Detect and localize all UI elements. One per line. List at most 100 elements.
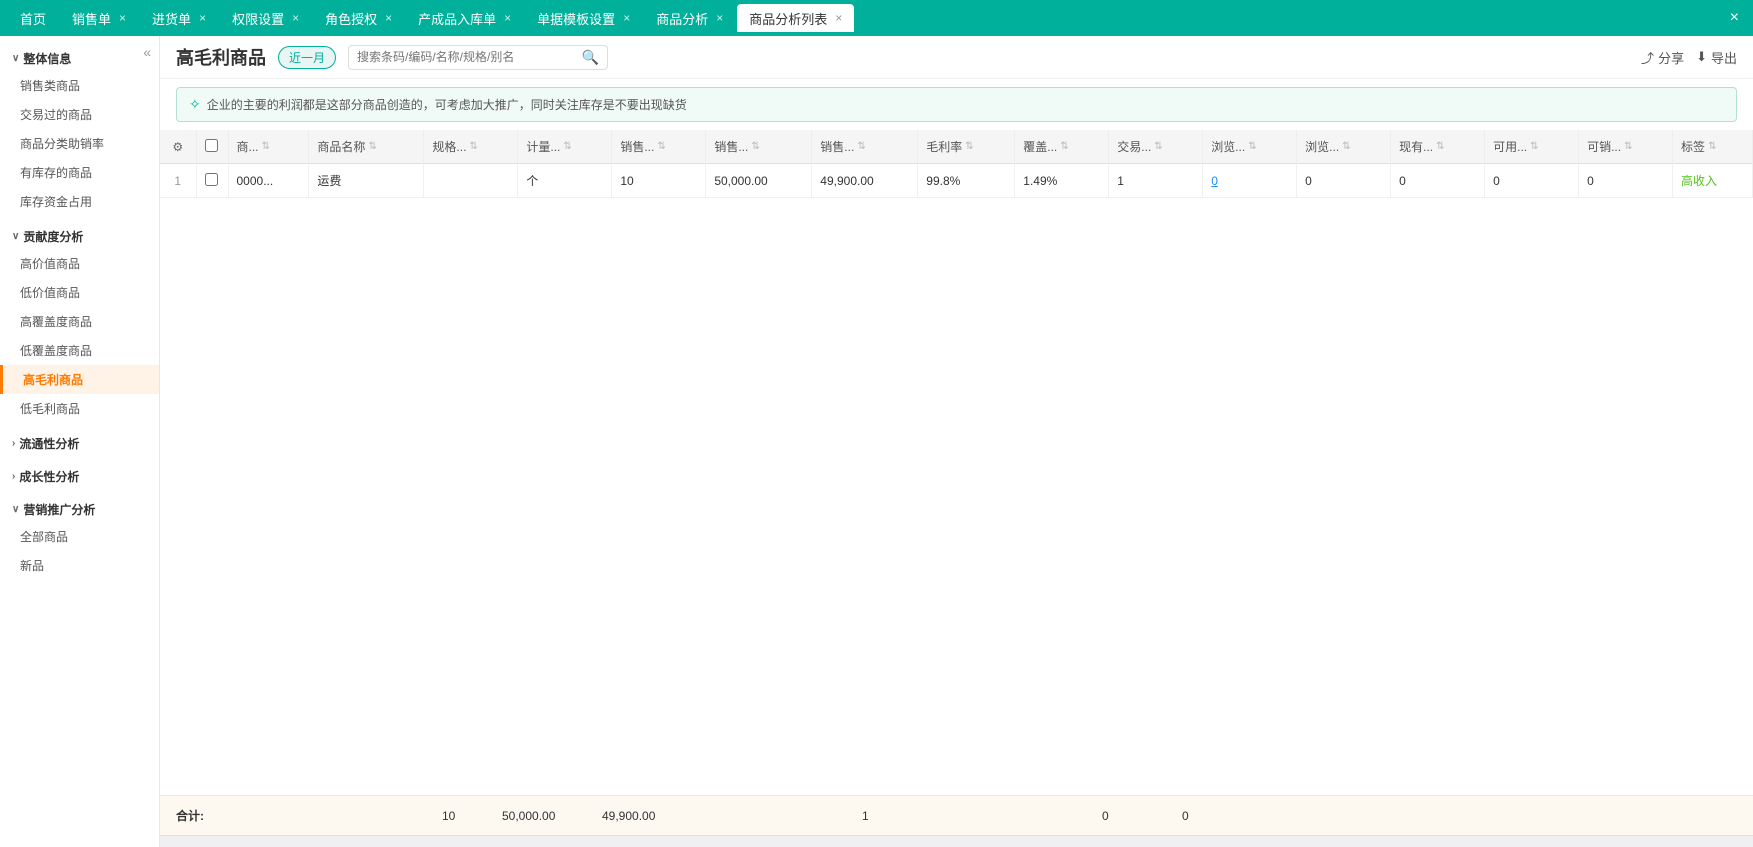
group-title-label: 贡献度分析 bbox=[23, 228, 83, 245]
sidebar-item[interactable]: 新品 bbox=[0, 551, 159, 580]
share-label: 分享 bbox=[1658, 48, 1684, 67]
sidebar-group-title[interactable]: ∨营销推广分析 bbox=[0, 493, 159, 522]
group-title-label: 成长性分析 bbox=[19, 468, 79, 485]
col-header-tag[interactable]: 标签⇅ bbox=[1673, 130, 1753, 164]
row-name: 运费 bbox=[309, 164, 424, 198]
col-label: 浏览... bbox=[1305, 138, 1339, 155]
sidebar-item[interactable]: 低毛利商品 bbox=[0, 394, 159, 423]
row-coverage: 1.49% bbox=[1015, 164, 1109, 198]
info-icon: ✧ bbox=[189, 96, 201, 113]
col-label: 计量... bbox=[526, 138, 560, 155]
col-label: 可用... bbox=[1493, 138, 1527, 155]
nav-tab-close-icon[interactable]: × bbox=[385, 12, 392, 24]
col-header-currentStock[interactable]: 现有...⇅ bbox=[1391, 130, 1485, 164]
period-button[interactable]: 近一月 bbox=[278, 46, 336, 69]
main-layout: « ∨ 整体信息销售类商品交易过的商品商品分类助销率有库存的商品库存资金占用 ∨ 贡献… bbox=[0, 36, 1753, 847]
export-button[interactable]: ⬇ 导出 bbox=[1696, 48, 1737, 67]
sidebar-collapse-button[interactable]: « bbox=[143, 44, 151, 60]
col-header-viewCount2[interactable]: 浏览...⇅ bbox=[1297, 130, 1391, 164]
col-header-unit[interactable]: 计量...⇅ bbox=[518, 130, 612, 164]
nav-tab-close-icon[interactable]: × bbox=[119, 12, 126, 24]
col-label: 商... bbox=[237, 138, 259, 155]
col-header-name[interactable]: 商品名称⇅ bbox=[309, 130, 424, 164]
sidebar-item[interactable]: 高覆盖度商品 bbox=[0, 307, 159, 336]
col-header-spec[interactable]: 规格...⇅ bbox=[424, 130, 518, 164]
col-header-grossRate[interactable]: 毛利率⇅ bbox=[918, 130, 1015, 164]
nav-tab-销售单[interactable]: 销售单× bbox=[60, 4, 138, 32]
nav-tab-close-icon[interactable]: × bbox=[835, 12, 842, 24]
row-index: 1 bbox=[160, 164, 196, 198]
search-icon[interactable]: 🔍 bbox=[582, 49, 599, 66]
row-sale-qty: 10 bbox=[612, 164, 706, 198]
col-label: 现有... bbox=[1399, 138, 1433, 155]
sidebar-group-title[interactable]: ∨ 整体信息 bbox=[0, 42, 159, 71]
nav-tab-close-icon[interactable]: × bbox=[504, 12, 511, 24]
nav-tab-单据模板设置[interactable]: 单据模板设置× bbox=[525, 4, 642, 32]
sidebar-item[interactable]: 高价值商品 bbox=[0, 249, 159, 278]
col-header-saleableStock[interactable]: 可销...⇅ bbox=[1579, 130, 1673, 164]
col-header-tradeCount[interactable]: 交易...⇅ bbox=[1109, 130, 1203, 164]
sidebar-item[interactable]: 全部商品 bbox=[0, 522, 159, 551]
sidebar-group: ›流通性分析 bbox=[0, 427, 159, 456]
sidebar-item[interactable]: 商品分类助销率 bbox=[0, 129, 159, 158]
sidebar-item[interactable]: 有库存的商品 bbox=[0, 158, 159, 187]
page-title: 高毛利商品 bbox=[176, 44, 266, 70]
nav-tab-首页[interactable]: 首页 bbox=[8, 4, 58, 32]
search-input[interactable] bbox=[357, 50, 578, 64]
view-count-link[interactable]: 0 bbox=[1211, 174, 1218, 188]
sidebar-item[interactable]: 低覆盖度商品 bbox=[0, 336, 159, 365]
footer-sale-profit: 49,900.00 bbox=[602, 809, 702, 823]
sidebar-item[interactable]: 低价值商品 bbox=[0, 278, 159, 307]
footer-sale-amt: 50,000.00 bbox=[502, 809, 602, 823]
col-header-saleAmt[interactable]: 销售...⇅ bbox=[706, 130, 812, 164]
col-header-saleQty[interactable]: 销售...⇅ bbox=[612, 130, 706, 164]
footer-available-stock: 0 bbox=[1182, 809, 1262, 823]
footer-summary: 合计: 10 50,000.00 49,900.00 1 0 0 bbox=[160, 795, 1753, 835]
settings-icon[interactable]: ⚙ bbox=[172, 140, 183, 154]
bottom-scrollbar[interactable] bbox=[160, 835, 1753, 847]
sidebar-item[interactable]: 高毛利商品 bbox=[0, 365, 159, 394]
arrow-icon: › bbox=[12, 438, 15, 449]
sidebar-item[interactable]: 库存资金占用 bbox=[0, 187, 159, 216]
row-unit: 个 bbox=[518, 164, 612, 198]
row-saleable-stock: 0 bbox=[1579, 164, 1673, 198]
footer-trade-count: 1 bbox=[862, 809, 942, 823]
arrow-icon: ∨ bbox=[12, 231, 19, 242]
sidebar-group-title[interactable]: ›流通性分析 bbox=[0, 427, 159, 456]
nav-tab-close-icon[interactable]: × bbox=[623, 12, 630, 24]
sidebar-group-title[interactable]: ›成长性分析 bbox=[0, 460, 159, 489]
nav-tab-close-icon[interactable]: × bbox=[199, 12, 206, 24]
footer-label: 合计: bbox=[176, 807, 204, 824]
arrow-icon: ∨ bbox=[12, 53, 19, 64]
col-header-availableStock[interactable]: 可用...⇅ bbox=[1485, 130, 1579, 164]
select-all-checkbox[interactable] bbox=[205, 139, 218, 152]
share-button[interactable]: ⤴ 分享 bbox=[1641, 48, 1684, 67]
nav-tab-权限设置[interactable]: 权限设置× bbox=[220, 4, 311, 32]
col-header-coverage[interactable]: 覆盖...⇅ bbox=[1015, 130, 1109, 164]
group-title-label: 整体信息 bbox=[23, 50, 71, 67]
sort-icon: ⇅ bbox=[1154, 141, 1162, 152]
col-header-saleProfit[interactable]: 销售...⇅ bbox=[812, 130, 918, 164]
col-label: 销售... bbox=[620, 138, 654, 155]
nav-tab-close-icon[interactable]: × bbox=[716, 12, 723, 24]
nav-tab-商品分析[interactable]: 商品分析× bbox=[644, 4, 735, 32]
sort-icon: ⇅ bbox=[262, 141, 270, 152]
nav-tab-角色授权[interactable]: 角色授权× bbox=[313, 4, 404, 32]
row-gross-rate: 99.8% bbox=[918, 164, 1015, 198]
col-label: 毛利率 bbox=[926, 138, 962, 155]
nav-tab-进货单[interactable]: 进货单× bbox=[140, 4, 218, 32]
col-header-viewCount1[interactable]: 浏览...⇅ bbox=[1203, 130, 1297, 164]
row-select-checkbox[interactable] bbox=[205, 173, 218, 186]
data-table: ⚙商...⇅商品名称⇅规格...⇅计量...⇅销售...⇅销售...⇅销售...… bbox=[160, 130, 1753, 198]
nav-tab-商品分析列表[interactable]: 商品分析列表× bbox=[737, 4, 854, 32]
row-view-count1[interactable]: 0 bbox=[1203, 164, 1297, 198]
sidebar-item[interactable]: 交易过的商品 bbox=[0, 100, 159, 129]
close-all-button[interactable]: × bbox=[1724, 9, 1745, 27]
nav-tab-close-icon[interactable]: × bbox=[292, 12, 299, 24]
col-header-code[interactable]: 商...⇅ bbox=[228, 130, 309, 164]
nav-tab-产成品入库单[interactable]: 产成品入库单× bbox=[406, 4, 523, 32]
info-banner: ✧ 企业的主要的利润都是这部分商品创造的，可考虑加大推广，同时关注库存是不要出现… bbox=[176, 87, 1737, 122]
col-header-settings: ⚙ bbox=[160, 130, 196, 164]
sidebar-group-title[interactable]: ∨ 贡献度分析 bbox=[0, 220, 159, 249]
sidebar-item[interactable]: 销售类商品 bbox=[0, 71, 159, 100]
